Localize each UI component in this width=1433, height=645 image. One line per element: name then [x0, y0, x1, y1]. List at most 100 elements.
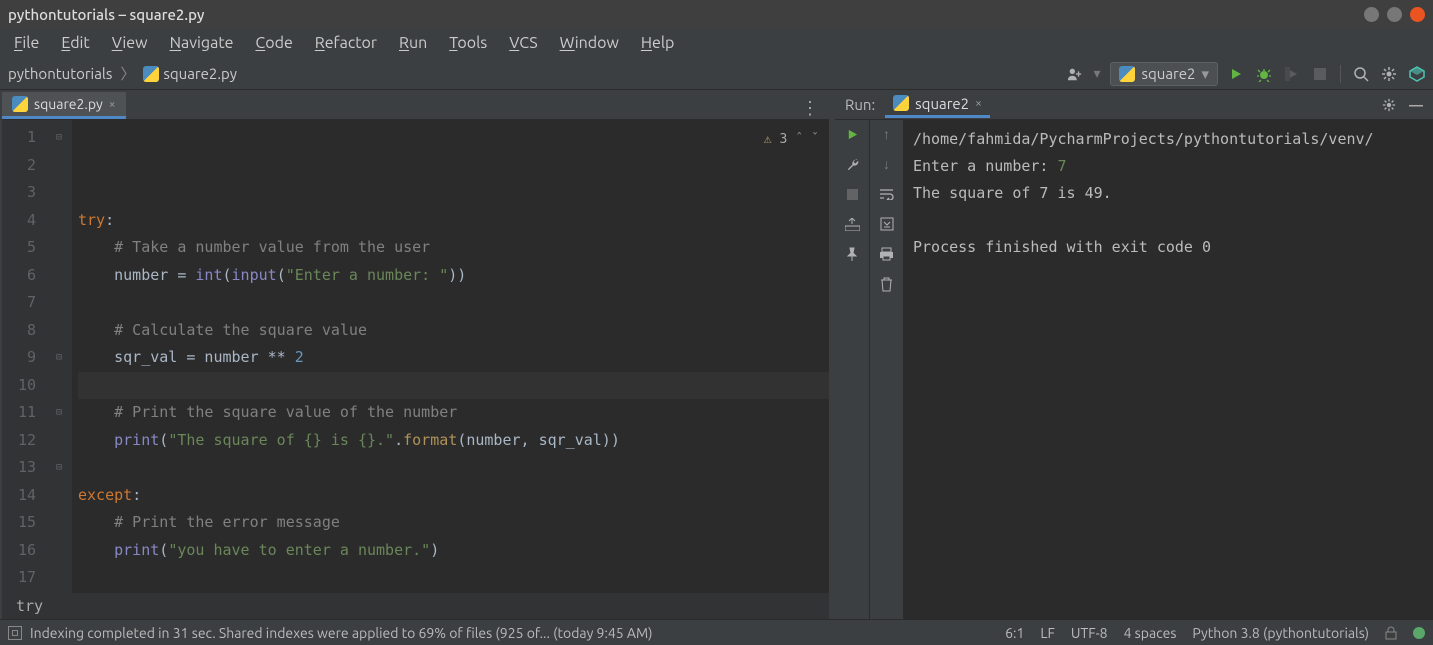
stop-button [844, 186, 860, 202]
run-header: Run: square2 × — [835, 90, 1433, 120]
run-title: Run: [845, 96, 875, 113]
add-user-icon[interactable] [1067, 66, 1083, 82]
chevron-down-icon: ▾ [1201, 65, 1209, 83]
editor-tab[interactable]: square2.py × [2, 92, 126, 119]
tool-windows-icon[interactable] [8, 626, 22, 640]
run-toolbar-right: ↑ ↓ [869, 120, 903, 619]
gear-icon[interactable] [1381, 97, 1397, 113]
code-line[interactable] [78, 564, 829, 592]
breadcrumb-project[interactable]: pythontutorials [8, 65, 112, 82]
scroll-to-end-icon[interactable] [879, 216, 895, 232]
stop-button [1312, 66, 1328, 82]
ide-brand-icon[interactable] [1409, 66, 1425, 82]
menu-tools[interactable]: Tools [439, 32, 497, 54]
console-line: Process finished with exit code 0 [913, 234, 1423, 261]
run-config-selector[interactable]: square2 ▾ [1110, 62, 1218, 86]
maximize-icon[interactable] [1387, 7, 1402, 22]
fold-gutter[interactable]: ⊟⊟⊟⊟ [46, 120, 72, 593]
status-message: Indexing completed in 31 sec. Shared ind… [30, 625, 653, 641]
run-button[interactable] [1228, 66, 1244, 82]
code-line[interactable]: except: [78, 482, 829, 510]
line-separator[interactable]: LF [1040, 625, 1055, 641]
down-arrow-icon: ↓ [879, 156, 895, 172]
line-number-gutter: 1234567891011121314151617 [2, 120, 46, 593]
code-line[interactable] [78, 289, 829, 317]
soft-wrap-icon[interactable] [879, 186, 895, 202]
window-titlebar: pythontutorials – square2.py [0, 0, 1433, 28]
code-content[interactable]: ⚠ 3 ˆ ˇ try: # Take a number value from … [72, 120, 829, 593]
breadcrumb[interactable]: pythontutorials 〉 square2.py [8, 63, 237, 84]
trash-icon[interactable] [879, 276, 895, 292]
menu-navigate[interactable]: Navigate [160, 32, 244, 54]
menu-bar: FileEditViewNavigateCodeRefactorRunTools… [0, 28, 1433, 58]
console-line: Enter a number: 7 [913, 153, 1423, 180]
tab-more-icon[interactable]: ⋮ [791, 98, 829, 119]
python-file-icon [143, 66, 159, 82]
search-icon[interactable] [1353, 66, 1369, 82]
menu-vcs[interactable]: VCS [499, 32, 547, 54]
code-line[interactable]: # Calculate the square value [78, 317, 829, 345]
file-encoding[interactable]: UTF-8 [1071, 625, 1108, 641]
menu-refactor[interactable]: Refactor [305, 32, 387, 54]
code-line[interactable]: # Take a number value from the user [78, 234, 829, 262]
code-line[interactable]: try: [78, 207, 829, 235]
wrench-icon[interactable] [844, 156, 860, 172]
print-icon[interactable] [879, 246, 895, 262]
structure-breadcrumb[interactable]: try [2, 593, 829, 619]
python-file-icon [12, 96, 28, 112]
debug-button[interactable] [1256, 66, 1272, 82]
run-tab[interactable]: square2 × [885, 92, 990, 118]
status-bar: Indexing completed in 31 sec. Shared ind… [0, 619, 1433, 645]
run-config-label: square2 [1141, 65, 1195, 82]
editor-pane: square2.py × ⋮ 1234567891011121314151617… [2, 90, 829, 619]
code-line[interactable]: # Print the error message [78, 509, 829, 537]
code-editor[interactable]: 1234567891011121314151617 ⊟⊟⊟⊟ ⚠ 3 ˆ ˇ t… [2, 120, 829, 593]
run-tab-label: square2 [915, 95, 969, 112]
code-line[interactable]: number = int(input("Enter a number: ")) [78, 262, 829, 290]
code-line[interactable] [78, 372, 829, 400]
console-line: The square of 7 is 49. [913, 180, 1423, 207]
indent-info[interactable]: 4 spaces [1124, 625, 1177, 641]
warning-icon: ⚠ [764, 126, 772, 154]
breadcrumb-file[interactable]: square2.py [163, 65, 237, 82]
inspection-widget[interactable]: ⚠ 3 ˆ ˇ [764, 126, 819, 154]
pin-icon[interactable] [844, 246, 860, 262]
code-line[interactable] [78, 592, 829, 594]
code-line[interactable]: print("you have to enter a number.") [78, 537, 829, 565]
code-line[interactable]: sqr_val = number ** 2 [78, 344, 829, 372]
menu-help[interactable]: Help [631, 32, 685, 54]
status-ok-icon[interactable] [1413, 627, 1425, 639]
menu-window[interactable]: Window [550, 32, 629, 54]
rerun-button[interactable] [844, 126, 860, 142]
console-output[interactable]: /home/fahmida/PycharmProjects/pythontuto… [903, 120, 1433, 619]
chevron-up-icon[interactable]: ˆ [795, 126, 803, 154]
lock-icon[interactable] [1385, 626, 1397, 640]
menu-file[interactable]: File [4, 32, 49, 54]
code-line[interactable]: # Print the square value of the number [78, 399, 829, 427]
close-tab-icon[interactable]: × [975, 97, 982, 110]
window-title: pythontutorials – square2.py [8, 6, 204, 23]
menu-view[interactable]: View [102, 32, 158, 54]
run-tool-window: Run: square2 × — ↑ ↓ [835, 90, 1433, 619]
chevron-right-icon: 〉 [120, 63, 135, 84]
coverage-button [1284, 66, 1300, 82]
menu-code[interactable]: Code [245, 32, 302, 54]
minimize-icon[interactable] [1364, 7, 1379, 22]
menu-edit[interactable]: Edit [51, 32, 99, 54]
close-tab-icon[interactable]: × [109, 98, 116, 111]
interpreter-info[interactable]: Python 3.8 (pythontutorials) [1192, 625, 1369, 641]
up-arrow-icon: ↑ [879, 126, 895, 142]
context-crumb[interactable]: try [16, 597, 43, 615]
close-icon[interactable] [1410, 7, 1425, 22]
caret-position[interactable]: 6:1 [1005, 625, 1024, 641]
hide-icon[interactable]: — [1409, 97, 1423, 113]
restore-layout-icon[interactable] [844, 216, 860, 232]
code-line[interactable]: print("The square of {} is {}.".format(n… [78, 427, 829, 455]
console-line: /home/fahmida/PycharmProjects/pythontuto… [913, 126, 1423, 153]
gear-icon[interactable] [1381, 66, 1397, 82]
main-content: square2.py × ⋮ 1234567891011121314151617… [0, 90, 1433, 619]
chevron-down-icon[interactable]: ˇ [811, 126, 819, 154]
menu-run[interactable]: Run [389, 32, 437, 54]
python-file-icon [893, 95, 909, 111]
code-line[interactable] [78, 454, 829, 482]
